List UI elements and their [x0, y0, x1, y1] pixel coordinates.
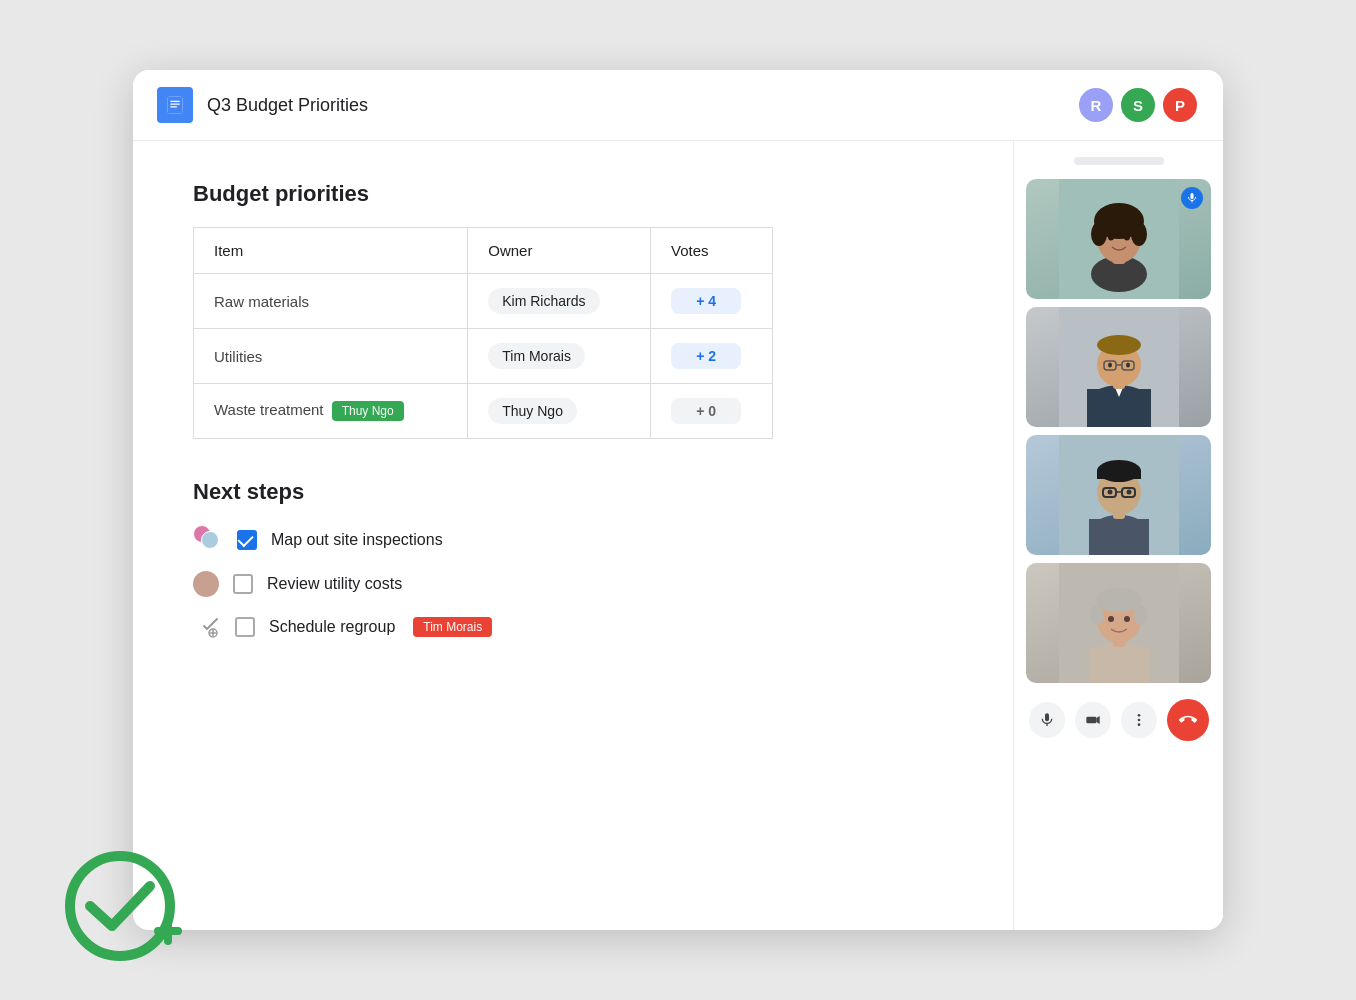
col-header-item: Item	[194, 228, 468, 274]
owner-badge: Kim Richards	[488, 288, 599, 314]
video-tile-3	[1026, 435, 1211, 555]
video-panel	[1013, 141, 1223, 930]
svg-point-63	[1137, 723, 1140, 726]
active-mic-badge	[1181, 187, 1203, 209]
more-options-button[interactable]	[1121, 702, 1157, 738]
tooltip-tim-morais: Tim Morais	[413, 617, 492, 637]
budget-table: Item Owner Votes Raw materials Kim Richa…	[193, 227, 773, 439]
svg-point-34	[1126, 363, 1130, 368]
table-row: Raw materials Kim Richards + 4	[194, 274, 773, 329]
svg-point-54	[1134, 605, 1148, 625]
avatar-single	[193, 571, 219, 597]
step-avatar-small	[201, 531, 219, 549]
table-row: Waste treatment Thuy Ngo Thuy Ngo + 0	[194, 384, 773, 439]
svg-point-18	[1131, 222, 1147, 246]
svg-point-56	[1124, 616, 1130, 622]
svg-rect-21	[1191, 193, 1194, 199]
svg-rect-57	[1045, 713, 1049, 721]
header-avatars: R S P	[1077, 86, 1199, 124]
video-controls	[1026, 699, 1211, 741]
avatar-group	[193, 525, 223, 555]
cell-owner: Tim Morais	[468, 329, 651, 384]
vote-badge: + 4	[671, 288, 741, 314]
svg-rect-41	[1097, 471, 1141, 479]
avatar-p[interactable]: P	[1161, 86, 1199, 124]
document-title: Q3 Budget Priorities	[207, 95, 368, 116]
mic-button[interactable]	[1029, 702, 1065, 738]
checkbox-unchecked[interactable]	[233, 574, 253, 594]
vote-badge: + 2	[671, 343, 741, 369]
svg-point-33	[1108, 363, 1112, 368]
steps-list: Map out site inspections Review utility …	[193, 525, 963, 641]
app-window: Q3 Budget Priorities R S P Budget priori…	[133, 70, 1223, 930]
budget-title: Budget priorities	[193, 181, 963, 207]
cell-votes: + 2	[651, 329, 773, 384]
bottom-logo	[60, 836, 190, 970]
svg-rect-5	[168, 97, 183, 114]
video-panel-bar	[1074, 157, 1164, 165]
add-task-icon	[193, 613, 221, 641]
col-header-votes: Votes	[651, 228, 773, 274]
table-row: Utilities Tim Morais + 2	[194, 329, 773, 384]
person-face-4	[1026, 563, 1211, 683]
hangup-button[interactable]	[1167, 699, 1209, 741]
svg-point-52	[1096, 588, 1142, 612]
person-face-2	[1026, 307, 1211, 427]
step-label: Map out site inspections	[271, 531, 443, 549]
owner-badge: Tim Morais	[488, 343, 585, 369]
svg-point-61	[1137, 714, 1140, 717]
step-label: Schedule regroup	[269, 618, 395, 636]
svg-point-46	[1126, 490, 1131, 495]
svg-point-62	[1137, 719, 1140, 722]
svg-point-29	[1097, 335, 1141, 355]
vote-badge: + 0	[671, 398, 741, 424]
cell-item: Waste treatment Thuy Ngo	[194, 384, 468, 439]
list-item: Map out site inspections	[193, 525, 963, 555]
svg-point-17	[1091, 222, 1107, 246]
avatar-r[interactable]: R	[1077, 86, 1115, 124]
cell-owner: Thuy Ngo	[468, 384, 651, 439]
svg-rect-59	[1086, 717, 1096, 724]
person-face-3	[1026, 435, 1211, 555]
header: Q3 Budget Priorities R S P	[133, 70, 1223, 141]
cell-item: Utilities	[194, 329, 468, 384]
svg-point-19	[1108, 234, 1114, 241]
checkbox-unchecked[interactable]	[235, 617, 255, 637]
doc-panel: Budget priorities Item Owner Votes Raw m…	[133, 141, 1013, 930]
cell-item: Raw materials	[194, 274, 468, 329]
list-item: Review utility costs	[193, 571, 963, 597]
step-label: Review utility costs	[267, 575, 402, 593]
camera-button[interactable]	[1075, 702, 1111, 738]
checkbox-checked[interactable]	[237, 530, 257, 550]
col-header-owner: Owner	[468, 228, 651, 274]
cell-owner: Kim Richards	[468, 274, 651, 329]
svg-point-53	[1090, 605, 1104, 625]
next-steps-section: Next steps Map out site inspections	[193, 479, 963, 641]
svg-point-45	[1107, 490, 1112, 495]
table-header-row: Item Owner Votes	[194, 228, 773, 274]
tooltip-thuy-ngo: Thuy Ngo	[332, 401, 404, 421]
cell-votes: + 0	[651, 384, 773, 439]
video-tile-2	[1026, 307, 1211, 427]
avatar-s[interactable]: S	[1119, 86, 1157, 124]
owner-badge: Thuy Ngo	[488, 398, 577, 424]
header-left: Q3 Budget Priorities	[157, 87, 368, 123]
video-tile-4	[1026, 563, 1211, 683]
video-tile-1	[1026, 179, 1211, 299]
svg-marker-60	[1096, 716, 1099, 724]
cell-votes: + 4	[651, 274, 773, 329]
svg-rect-37	[1089, 519, 1149, 555]
cell-item-text: Waste treatment	[214, 401, 323, 418]
list-item: Schedule regroup Tim Morais	[193, 613, 963, 641]
svg-point-20	[1124, 234, 1130, 241]
docs-icon	[157, 87, 193, 123]
budget-section: Budget priorities Item Owner Votes Raw m…	[193, 181, 963, 439]
svg-rect-49	[1089, 647, 1149, 683]
svg-point-55	[1108, 616, 1114, 622]
next-steps-title: Next steps	[193, 479, 963, 505]
main-content: Budget priorities Item Owner Votes Raw m…	[133, 141, 1223, 930]
